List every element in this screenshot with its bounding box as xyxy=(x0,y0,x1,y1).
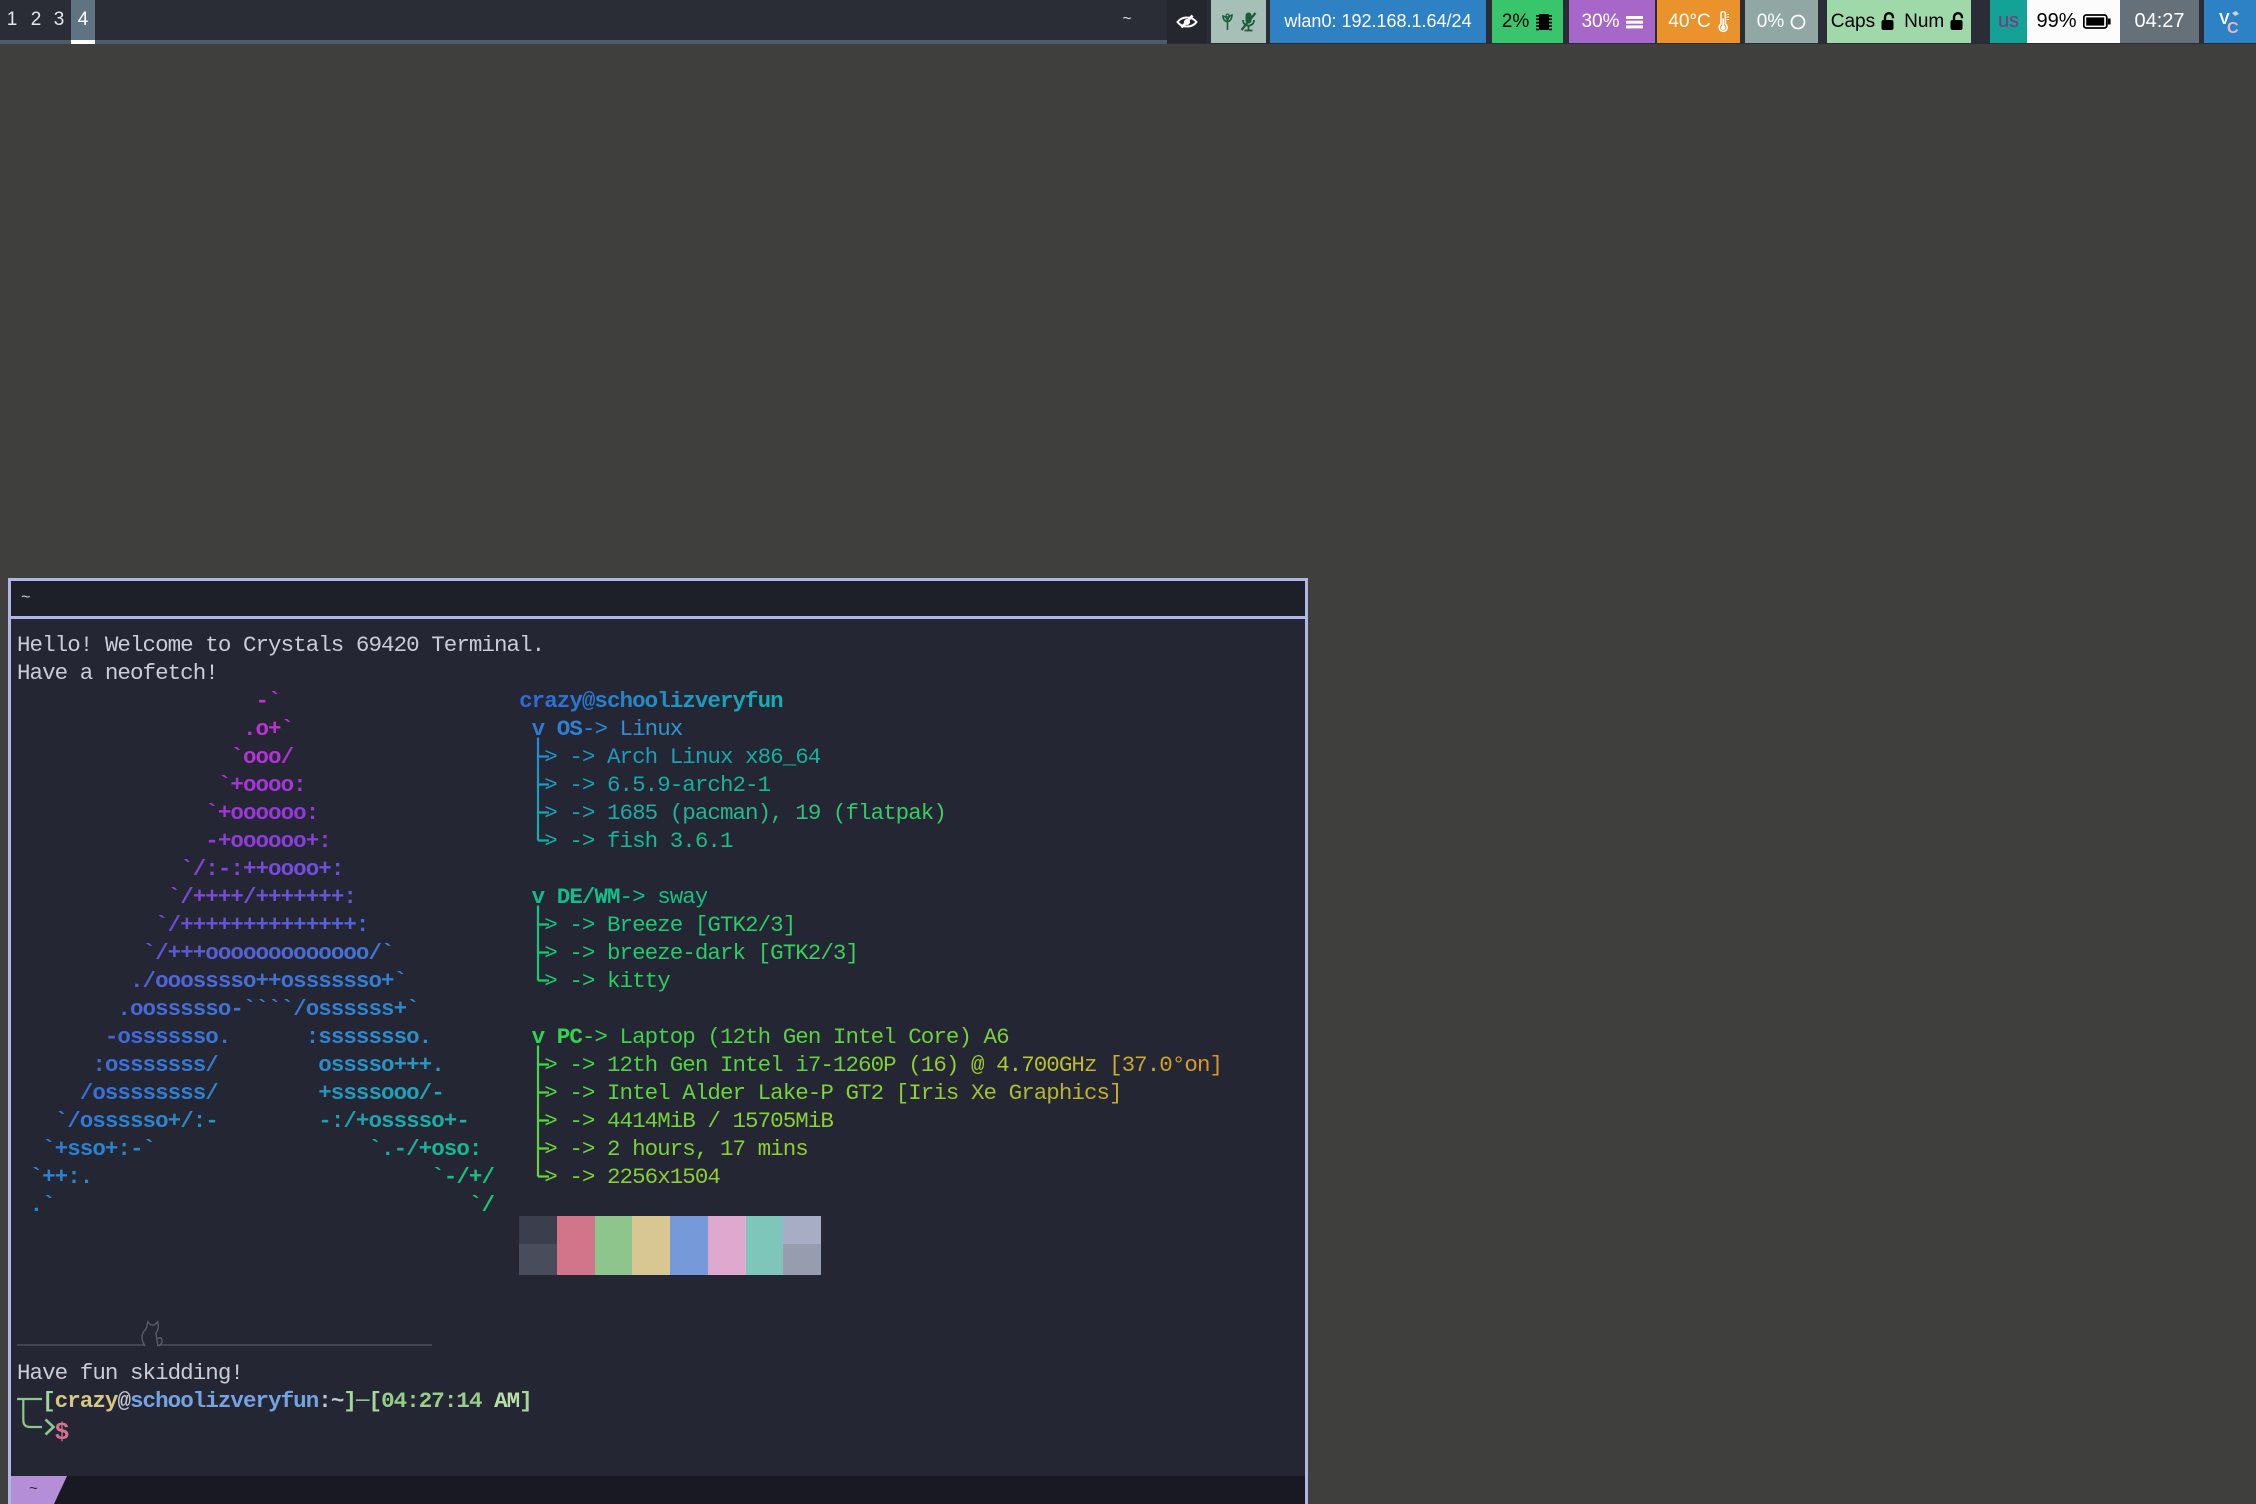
svg-text:C: C xyxy=(2227,20,2239,37)
